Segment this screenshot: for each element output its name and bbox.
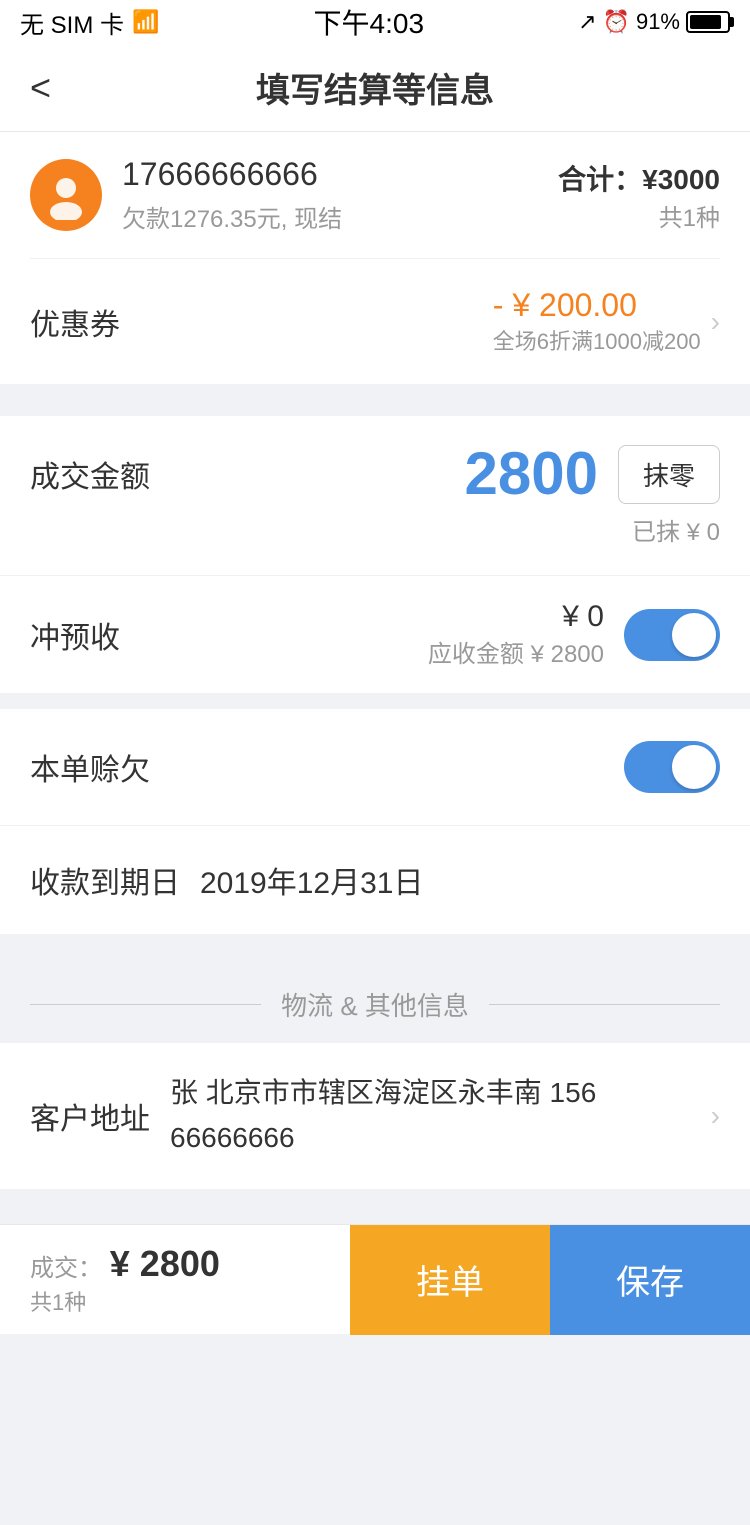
- coupon-desc: 全场6折满1000减200: [493, 324, 701, 356]
- status-left: 无 SIM 卡 📶: [20, 5, 159, 40]
- coupon-row[interactable]: 优惠券 - ¥ 200.00 全场6折满1000减200 ›: [0, 259, 750, 384]
- prereceive-row: 冲预收 ¥ 0 应收金额 ¥ 2800: [0, 575, 750, 693]
- coupon-right: - ¥ 200.00 全场6折满1000减200 ›: [493, 287, 720, 356]
- total-count: 共1种: [558, 198, 720, 233]
- coupon-arrow-icon: ›: [711, 306, 720, 338]
- debt-label: 本单赊欠: [30, 745, 150, 789]
- customer-debt: 欠款1276.35元, 现结: [122, 199, 342, 234]
- address-row[interactable]: 客户地址 张 北京市市辖区海淀区永丰南 156 66666666 ›: [0, 1043, 750, 1189]
- customer-total: 合计：¥3000 共1种: [558, 158, 720, 233]
- coupon-discount: - ¥ 200.00: [493, 287, 701, 324]
- summary-count: 共1种: [30, 1285, 320, 1317]
- customer-left: 17666666666 欠款1276.35元, 现结: [30, 156, 342, 234]
- customer-info: 17666666666 欠款1276.35元, 现结: [122, 156, 342, 234]
- duedate-value: 2019年12月31日: [200, 858, 423, 902]
- customer-row: 17666666666 欠款1276.35元, 现结 合计：¥3000 共1种: [0, 132, 750, 258]
- prereceive-info: ¥ 0 应收金额 ¥ 2800: [428, 600, 604, 669]
- hold-button[interactable]: 挂单: [350, 1225, 550, 1335]
- bottom-summary: 成交： ¥ 2800 共1种: [0, 1243, 350, 1317]
- gap1: [0, 400, 750, 416]
- page-title: 填写结算等信息: [256, 63, 494, 112]
- customer-section: 17666666666 欠款1276.35元, 现结 合计：¥3000 共1种 …: [0, 132, 750, 384]
- location-icon: ↗: [578, 9, 596, 35]
- prereceive-sub: 应收金额 ¥ 2800: [428, 634, 604, 669]
- logistics-line-left: [30, 1004, 261, 1005]
- total-amount: 合计：¥3000: [558, 158, 720, 198]
- logistics-line-right: [489, 1004, 720, 1005]
- avatar: [30, 159, 102, 231]
- back-button[interactable]: <: [30, 67, 51, 109]
- gap3: [0, 950, 750, 966]
- bottom-bar: 成交： ¥ 2800 共1种 挂单 保存: [0, 1224, 750, 1334]
- deal-amount-value: 2800: [465, 444, 598, 504]
- deal-amount-label: 成交金额: [30, 452, 150, 496]
- battery-icon: [686, 11, 730, 33]
- nav-bar: < 填写结算等信息: [0, 44, 750, 132]
- wifi-icon: 📶: [132, 9, 159, 35]
- summary-amount: ¥ 2800: [110, 1243, 220, 1284]
- address-value: 张 北京市市辖区海淀区永丰南 156 66666666: [170, 1071, 711, 1161]
- address-arrow-icon: ›: [711, 1100, 720, 1132]
- round-button[interactable]: 抹零: [618, 445, 720, 504]
- customer-phone: 17666666666: [122, 156, 342, 193]
- coupon-label: 优惠券: [30, 300, 120, 344]
- save-button[interactable]: 保存: [550, 1225, 750, 1335]
- battery-percent: 91%: [636, 9, 680, 35]
- logistics-divider: 物流 & 其他信息: [0, 966, 750, 1043]
- status-time: 下午4:03: [314, 2, 425, 42]
- debt-toggle-knob: [672, 745, 716, 789]
- debt-section: 本单赊欠 收款到期日 2019年12月31日: [0, 709, 750, 934]
- logistics-text: 物流 & 其他信息: [261, 986, 489, 1023]
- prereceive-amount: ¥ 0: [428, 600, 604, 634]
- status-right: ↗ ⏰ 91%: [578, 9, 730, 35]
- duedate-row: 收款到期日 2019年12月31日: [0, 825, 750, 934]
- amount-value-row: 2800 抹零: [465, 444, 721, 504]
- prereceive-label: 冲预收: [30, 613, 120, 657]
- summary-label: 成交：: [30, 1255, 102, 1282]
- duedate-label: 收款到期日: [30, 858, 180, 902]
- already-rounded: 已抹 ¥ 0: [30, 512, 720, 547]
- status-bar: 无 SIM 卡 📶 下午4:03 ↗ ⏰ 91%: [0, 0, 750, 44]
- address-section: 客户地址 张 北京市市辖区海淀区永丰南 156 66666666 ›: [0, 1043, 750, 1189]
- address-label: 客户地址: [30, 1094, 150, 1138]
- debt-row: 本单赊欠: [0, 709, 750, 825]
- prereceive-toggle[interactable]: [624, 609, 720, 661]
- gap2: [0, 693, 750, 709]
- bottom-summary-line1: 成交： ¥ 2800: [30, 1243, 320, 1285]
- prereceive-right: ¥ 0 应收金额 ¥ 2800: [428, 600, 720, 669]
- alarm-icon: ⏰: [603, 9, 630, 35]
- debt-toggle[interactable]: [624, 741, 720, 793]
- amount-section: 成交金额 2800 抹零 已抹 ¥ 0: [0, 416, 750, 575]
- carrier-text: 无 SIM 卡: [20, 5, 124, 40]
- toggle-knob: [672, 613, 716, 657]
- amount-row: 成交金额 2800 抹零: [30, 444, 720, 504]
